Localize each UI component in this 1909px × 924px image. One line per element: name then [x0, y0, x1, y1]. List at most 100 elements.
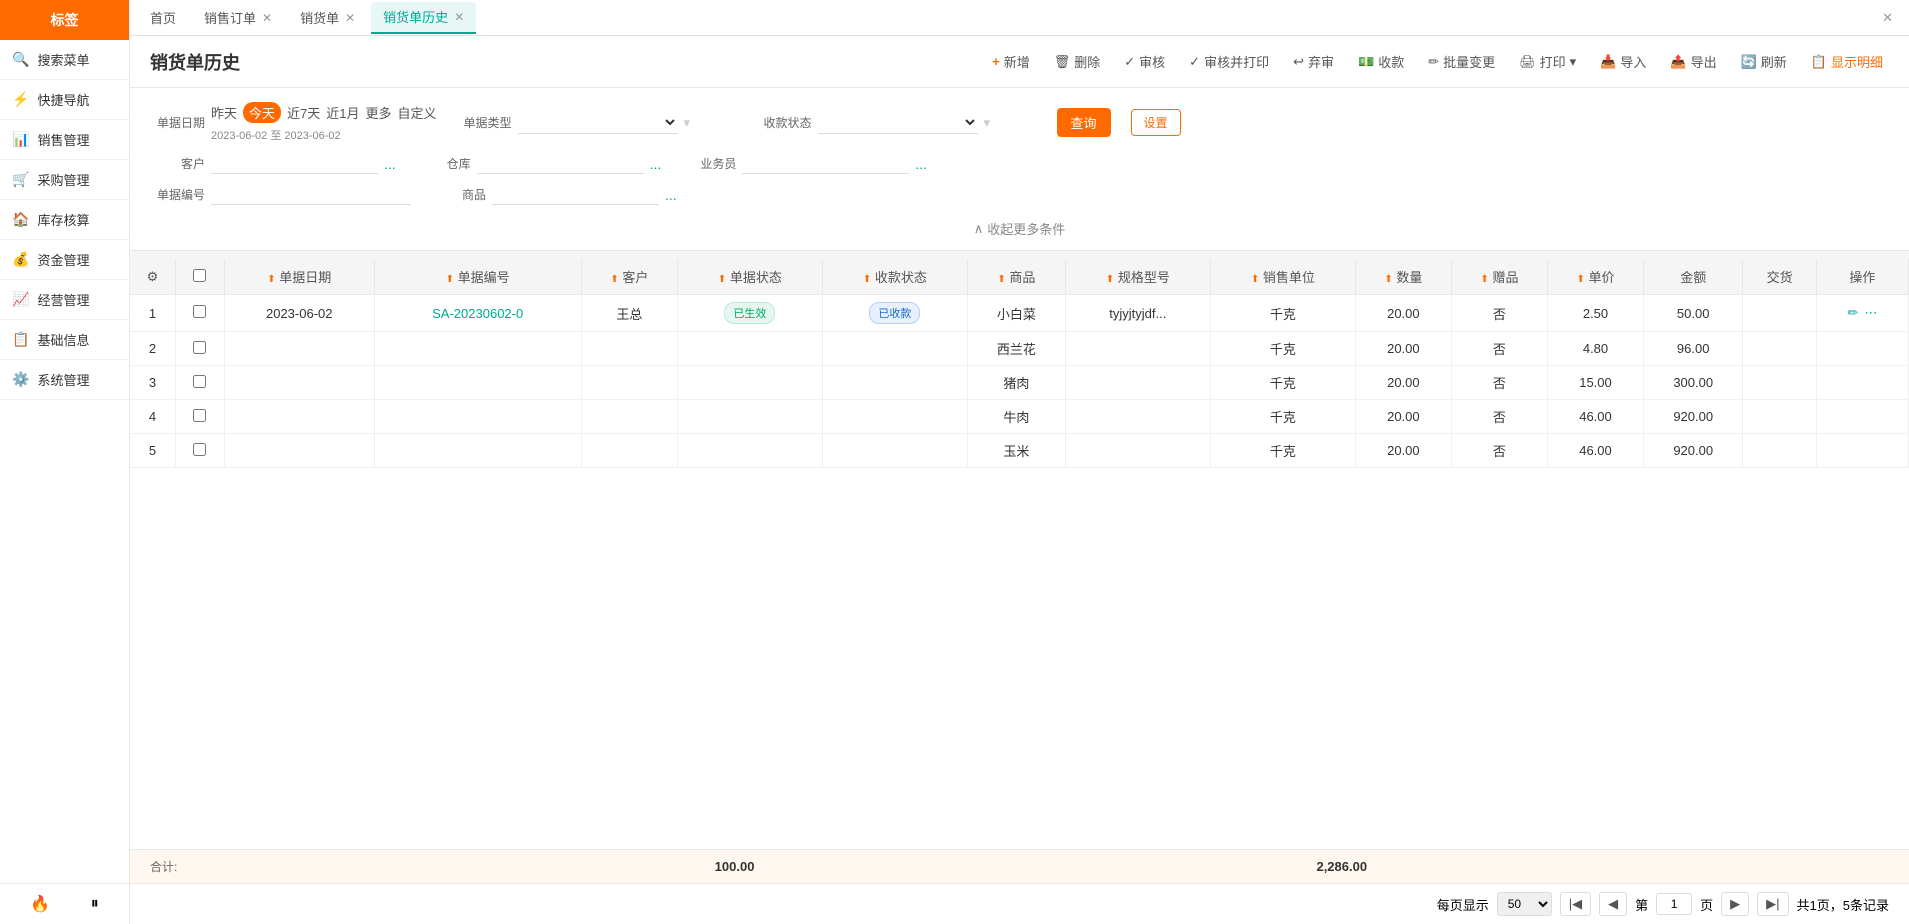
col-check[interactable]: [175, 259, 224, 295]
data-table: ⚙ ⬆ 单据日期 ⬆ 单据编号 ⬆ 客户 ⬆ 单据状态 ⬆ 收款状态 ⬆ 商品 …: [130, 259, 1909, 468]
delete-button[interactable]: 🗑 删除: [1048, 48, 1107, 75]
filter-payment-status: 收款状态 ▾: [757, 111, 1037, 134]
print-button[interactable]: 🖨 打印 ▾: [1513, 48, 1582, 75]
sidebar-item-sales[interactable]: 📊 销售管理: [0, 120, 129, 160]
warehouse-input[interactable]: [477, 153, 644, 174]
tab-sales-history[interactable]: 销货单历史 ✕: [371, 2, 476, 34]
per-page-select[interactable]: 50 20 100: [1497, 892, 1552, 916]
tab-sales-goods-close[interactable]: ✕: [345, 11, 355, 25]
sidebar-item-system[interactable]: ⚙️ 系统管理: [0, 360, 129, 400]
row-qty: 20.00: [1355, 366, 1451, 400]
goods-dots[interactable]: ...: [665, 187, 677, 203]
warehouse-dots[interactable]: ...: [650, 156, 662, 172]
select-all-checkbox[interactable]: [193, 269, 206, 282]
more-action[interactable]: ⋯: [1864, 305, 1877, 320]
edit-action[interactable]: ✏: [1847, 305, 1858, 320]
audit-button[interactable]: ✓ 审核: [1118, 48, 1171, 75]
sidebar-item-inventory[interactable]: 🏠 库存核算: [0, 200, 129, 240]
batch-change-button[interactable]: ✏ 批量变更: [1422, 48, 1501, 75]
sidebar-item-quick[interactable]: ⚡ 快捷导航: [0, 80, 129, 120]
refresh-button[interactable]: 🔄 刷新: [1735, 48, 1793, 75]
salesperson-input[interactable]: [742, 153, 909, 174]
payment-badge: 已收款: [869, 302, 920, 324]
col-doc-status: ⬆ 单据状态: [677, 259, 822, 295]
col-settings[interactable]: ⚙: [130, 259, 175, 295]
add-button[interactable]: + 新增: [986, 48, 1036, 75]
doc-type-select[interactable]: [518, 111, 678, 134]
page-first-button[interactable]: |◀: [1560, 892, 1591, 916]
import-icon: 📥: [1600, 54, 1616, 70]
row-customer: 王总: [581, 295, 677, 332]
setting-button[interactable]: 设置: [1131, 109, 1181, 136]
date-today[interactable]: 今天: [243, 102, 281, 123]
row-doc-no[interactable]: [374, 332, 581, 366]
date-shortcuts: 昨天 今天 近7天 近1月 更多 自定义: [211, 102, 437, 123]
row-checkbox[interactable]: [175, 295, 224, 332]
row-checkbox[interactable]: [175, 434, 224, 468]
sidebar-item-purchase[interactable]: 🛒 采购管理: [0, 160, 129, 200]
sort-icon: ⬆: [718, 274, 726, 285]
page-prev-button[interactable]: ◀: [1599, 892, 1627, 916]
payment-status-select[interactable]: [818, 111, 978, 134]
tab-sales-history-close[interactable]: ✕: [454, 10, 464, 24]
audit-print-button[interactable]: ✓ 审核并打印: [1183, 48, 1275, 75]
page-next-button[interactable]: ▶: [1721, 892, 1749, 916]
search-icon: 🔍: [12, 51, 29, 68]
row-goods: 牛肉: [967, 400, 1065, 434]
row-doc-no[interactable]: [374, 366, 581, 400]
export-button[interactable]: 📤 导出: [1664, 48, 1722, 75]
sidebar-item-capital[interactable]: 💰 资金管理: [0, 240, 129, 280]
row-checkbox[interactable]: [175, 400, 224, 434]
col-amount: 金额: [1644, 259, 1743, 295]
tab-sales-order[interactable]: 销售订单 ✕: [192, 2, 284, 34]
import-button[interactable]: 📥 导入: [1594, 48, 1652, 75]
collect-button[interactable]: 💵 收款: [1352, 48, 1410, 75]
chevron-down-icon: ▾: [1570, 54, 1577, 70]
row-doc-status: [677, 332, 822, 366]
page-last-button[interactable]: ▶|: [1757, 892, 1788, 916]
row-price: 2.50: [1547, 295, 1643, 332]
query-button[interactable]: 查询: [1057, 108, 1111, 137]
customer-dots[interactable]: ...: [384, 156, 396, 172]
row-checkbox[interactable]: [175, 366, 224, 400]
goods-input[interactable]: [492, 184, 659, 205]
date-custom[interactable]: 自定义: [398, 103, 437, 122]
date-last7[interactable]: 近7天: [287, 103, 320, 122]
customer-input[interactable]: [211, 153, 378, 174]
date-yesterday[interactable]: 昨天: [211, 103, 237, 122]
row-doc-no[interactable]: [374, 434, 581, 468]
page-number-input[interactable]: [1656, 893, 1692, 915]
show-detail-button[interactable]: 📋 显示明细: [1805, 48, 1889, 75]
row-checkbox[interactable]: [175, 332, 224, 366]
col-customer: ⬆ 客户: [581, 259, 677, 295]
salesperson-dots[interactable]: ...: [915, 156, 927, 172]
sidebar-item-basic[interactable]: 📋 基础信息: [0, 320, 129, 360]
fire-icon[interactable]: 🔥: [30, 894, 50, 914]
col-action: 操作: [1816, 259, 1908, 295]
abandon-button[interactable]: ↩ 弃审: [1287, 48, 1340, 75]
sidebar-item-search[interactable]: 🔍 搜索菜单: [0, 40, 129, 80]
row-doc-no[interactable]: [374, 400, 581, 434]
row-spec: [1065, 332, 1210, 366]
date-last-month[interactable]: 近1月: [326, 103, 359, 122]
row-actions: ✏⋯: [1816, 295, 1908, 332]
collapse-button[interactable]: ∧ 收起更多条件: [150, 215, 1889, 242]
row-payment-status: [822, 366, 967, 400]
table-row: 2 西兰花 千克 20.00 否 4.80 96.00: [130, 332, 1909, 366]
table-settings-icon[interactable]: ⚙: [147, 269, 159, 284]
pause-icon[interactable]: ⏸: [91, 895, 99, 913]
date-more[interactable]: 更多: [366, 103, 392, 122]
audit-icon: ✓: [1124, 54, 1135, 70]
tab-home[interactable]: 首页: [138, 2, 188, 34]
sidebar-item-label: 库存核算: [37, 210, 89, 229]
doc-no-input[interactable]: [211, 184, 411, 205]
row-doc-no[interactable]: SA-20230602-0: [374, 295, 581, 332]
tab-sales-order-close[interactable]: ✕: [262, 11, 272, 25]
row-gift: 否: [1451, 400, 1547, 434]
tab-sales-goods[interactable]: 销货单 ✕: [288, 2, 367, 34]
filter-warehouse: 仓库 ...: [416, 153, 662, 174]
pagination: 每页显示 50 20 100 |◀ ◀ 第 页 ▶ ▶| 共1页，5条记录: [130, 883, 1909, 924]
sidebar-item-operations[interactable]: 📈 经营管理: [0, 280, 129, 320]
sort-icon: ⬆: [997, 274, 1005, 285]
tab-bar-close[interactable]: ✕: [1874, 10, 1901, 26]
